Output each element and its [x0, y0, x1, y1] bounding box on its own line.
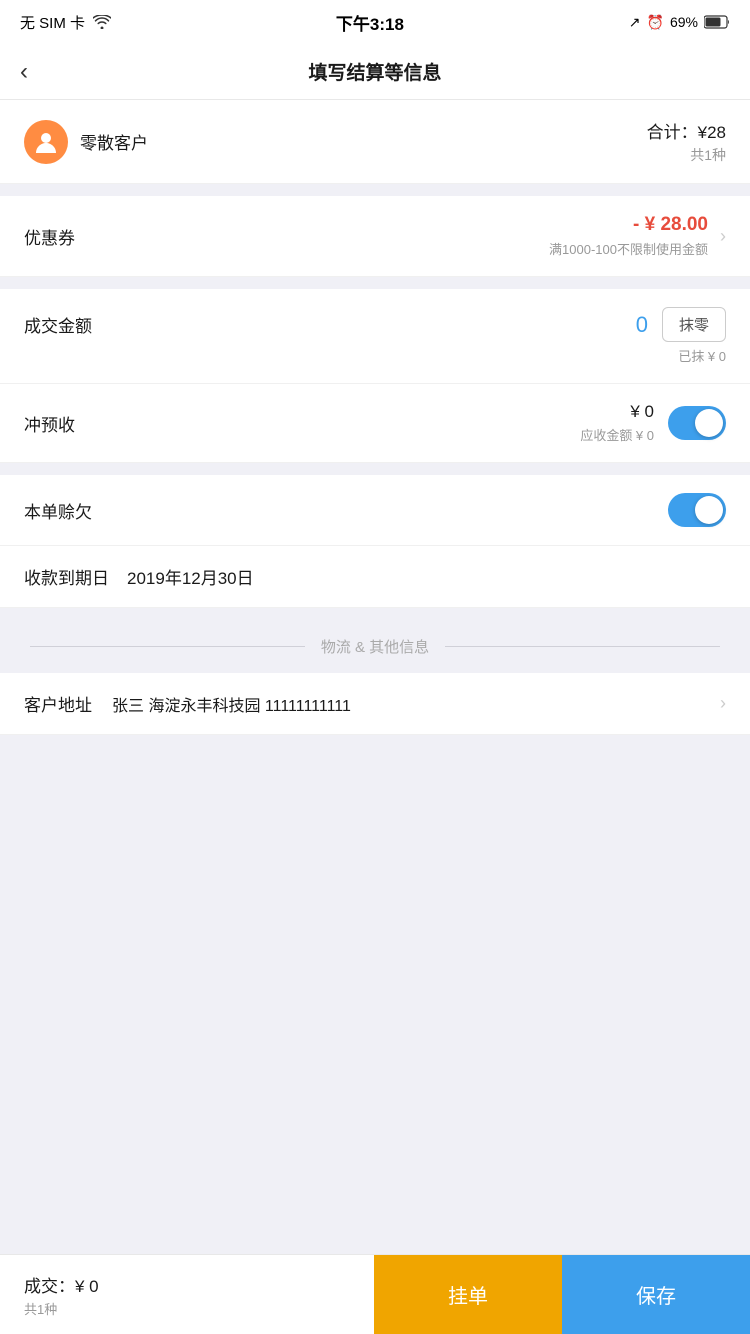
battery-icon	[704, 15, 730, 29]
divider-2	[0, 277, 750, 289]
status-right: ↗ ⏰ 69%	[629, 14, 730, 31]
main-content: 零散客户 合计：¥28 共1种 优惠券 - ¥ 28.00 满1000-100不…	[0, 100, 750, 1025]
coupon-row[interactable]: 优惠券 - ¥ 28.00 满1000-100不限制使用金额 ›	[0, 196, 750, 277]
separator-line-right	[445, 646, 720, 647]
coupon-label: 优惠券	[24, 224, 75, 249]
prepay-toggle-knob	[695, 409, 723, 437]
duedate-label: 收款到期日	[24, 564, 109, 589]
customer-right: 合计：¥28 共1种	[647, 118, 726, 165]
logistics-label: 物流 & 其他信息	[321, 636, 429, 657]
deal-amount-label: 成交金额	[24, 312, 92, 337]
customer-avatar	[24, 120, 68, 164]
bottom-bar: 成交：¥ 0 共1种 挂单 保存	[0, 1254, 750, 1334]
customer-name: 零散客户	[80, 129, 148, 154]
coupon-chevron: ›	[720, 226, 726, 247]
logistics-separator: 物流 & 其他信息	[0, 620, 750, 673]
back-button[interactable]: ‹	[20, 58, 28, 86]
address-section[interactable]: 客户地址 张三 海淀永丰科技园 11111111111 ›	[0, 673, 750, 735]
bottom-count: 共1种	[24, 1299, 350, 1318]
deal-amount-section: 成交金额 0 抹零 已抹 ¥ 0	[0, 289, 750, 384]
coupon-value-area: - ¥ 28.00 满1000-100不限制使用金额	[549, 214, 708, 258]
page-title: 填写结算等信息	[308, 58, 441, 85]
customer-total: 合计：¥28	[647, 118, 726, 143]
hang-button[interactable]: 挂单	[374, 1255, 562, 1334]
person-icon	[33, 129, 59, 155]
deal-amount-sub: 已抹 ¥ 0	[24, 346, 726, 365]
customer-count: 共1种	[647, 145, 726, 165]
prepay-label: 冲预收	[24, 411, 75, 436]
bottom-deal-value: ¥ 0	[75, 1277, 99, 1296]
deal-amount-right: 0 抹零	[636, 307, 726, 342]
prepay-right: ¥ 0 应收金额 ¥ 0	[580, 402, 726, 444]
prepay-toggle[interactable]	[668, 406, 726, 440]
bottom-deal-label: 成交：¥ 0	[24, 1272, 350, 1297]
coupon-subtext: 满1000-100不限制使用金额	[549, 239, 708, 258]
prepay-value-area: ¥ 0 应收金额 ¥ 0	[580, 402, 654, 444]
separator-line-left	[30, 646, 305, 647]
location-icon: ↗	[629, 14, 641, 31]
round-off-button[interactable]: 抹零	[662, 307, 726, 342]
no-sim-text: 无 SIM 卡	[20, 12, 85, 33]
prepay-subtext: 应收金额 ¥ 0	[580, 425, 654, 444]
prepay-section: 冲预收 ¥ 0 应收金额 ¥ 0	[0, 384, 750, 463]
customer-left: 零散客户	[24, 120, 148, 164]
divider-1	[0, 184, 750, 196]
debt-toggle[interactable]	[668, 493, 726, 527]
duedate-section: 收款到期日 2019年12月30日	[0, 546, 750, 608]
prepay-value: ¥ 0	[580, 402, 654, 422]
bottom-deal-prefix: 成交：	[24, 1277, 75, 1296]
address-value: 张三 海淀永丰科技园 11111111111	[112, 692, 720, 716]
deal-amount-top: 成交金额 0 抹零	[24, 307, 726, 342]
debt-section: 本单赊欠	[0, 475, 750, 546]
divider-3	[0, 463, 750, 475]
status-time: 下午3:18	[336, 10, 404, 35]
debt-toggle-knob	[695, 496, 723, 524]
bottom-info: 成交：¥ 0 共1种	[0, 1272, 374, 1318]
divider-4	[0, 608, 750, 620]
empty-area	[0, 735, 750, 935]
coupon-right: - ¥ 28.00 满1000-100不限制使用金额 ›	[549, 214, 726, 258]
address-chevron: ›	[720, 693, 726, 714]
battery-text: 69%	[670, 14, 698, 30]
prepay-top: 冲预收 ¥ 0 应收金额 ¥ 0	[24, 402, 726, 444]
wifi-icon	[93, 15, 111, 29]
customer-section: 零散客户 合计：¥28 共1种	[0, 100, 750, 184]
alarm-icon: ⏰	[647, 14, 664, 31]
debt-label: 本单赊欠	[24, 498, 92, 523]
status-bar: 无 SIM 卡 下午3:18 ↗ ⏰ 69%	[0, 0, 750, 44]
coupon-discount: - ¥ 28.00	[549, 214, 708, 236]
status-left: 无 SIM 卡	[20, 12, 111, 33]
deal-amount-value: 0	[636, 312, 648, 338]
address-label: 客户地址	[24, 691, 92, 716]
duedate-value: 2019年12月30日	[127, 564, 254, 589]
save-button[interactable]: 保存	[562, 1255, 750, 1334]
nav-bar: ‹ 填写结算等信息	[0, 44, 750, 100]
